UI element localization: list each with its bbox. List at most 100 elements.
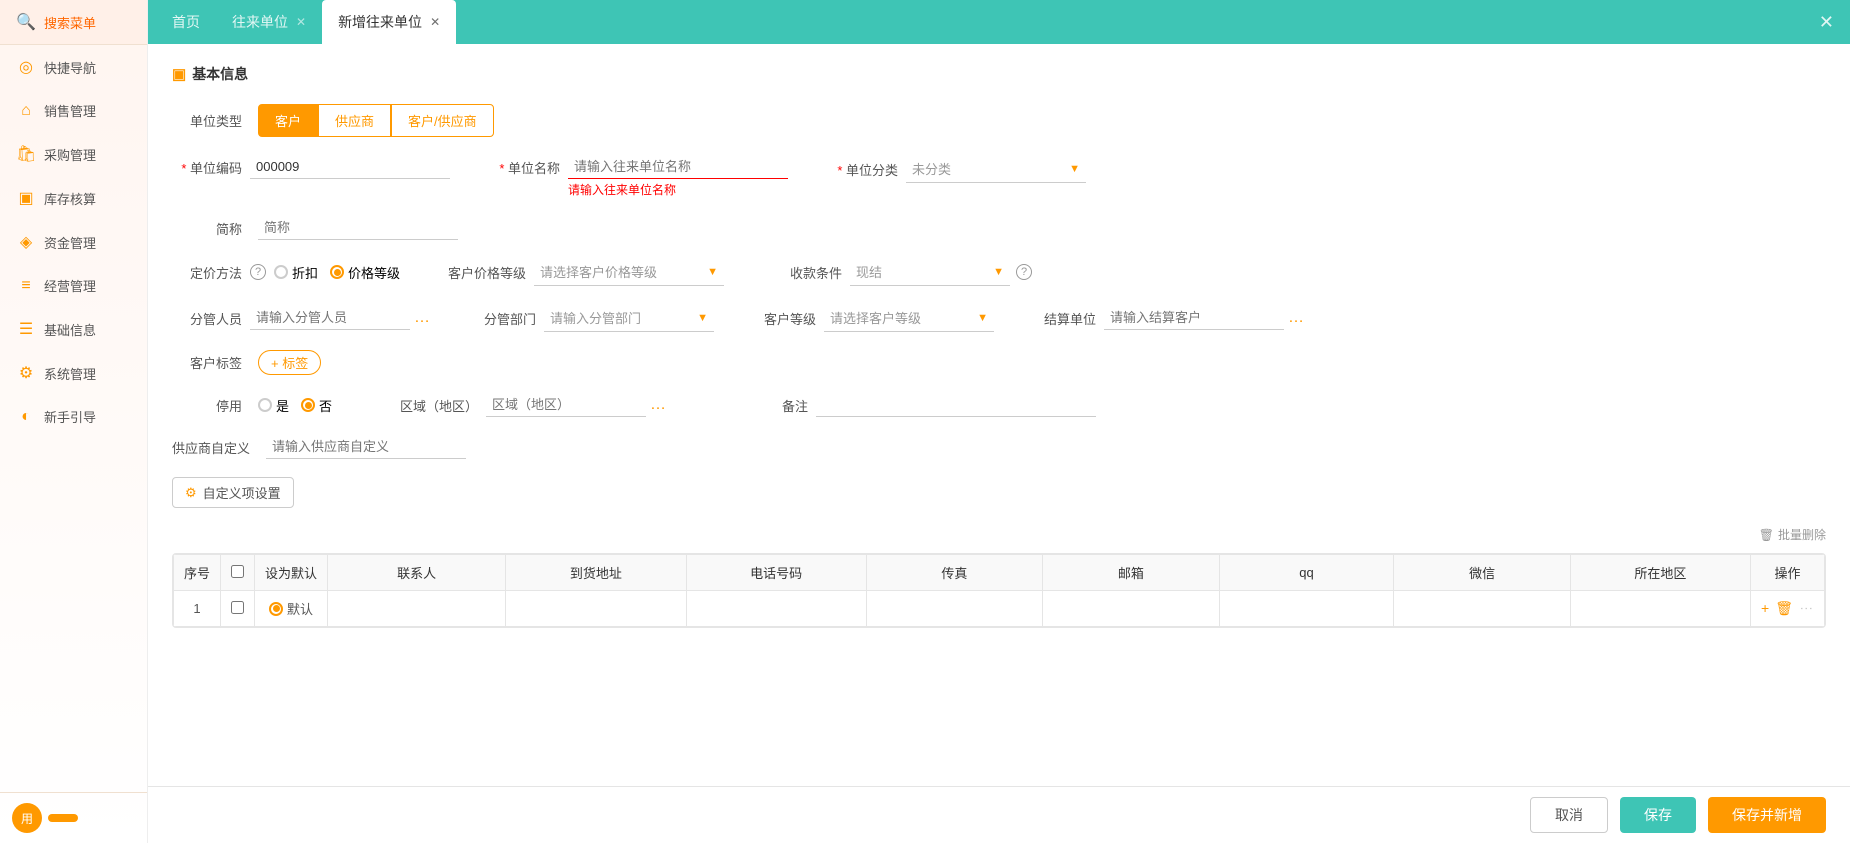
sidebar-item-new-guide[interactable]: ◐ 新手引导: [0, 395, 147, 438]
row-wechat[interactable]: [1394, 591, 1570, 627]
unit-type-row: 单位类型 客户 供应商 客户/供应商: [172, 104, 1826, 137]
row-email[interactable]: [1043, 591, 1219, 627]
tab-counterpart[interactable]: 往来单位 ✕: [216, 0, 322, 44]
add-tag-btn[interactable]: + 标签: [258, 350, 321, 375]
col-seq: 序号: [174, 555, 221, 591]
row-1-email-input[interactable]: [1053, 601, 1208, 616]
row-1-fax-input[interactable]: [877, 601, 1032, 616]
row-address[interactable]: [506, 591, 686, 627]
quick-nav-icon: ◎: [16, 57, 36, 77]
supervisor-more-btn[interactable]: …: [410, 307, 434, 329]
department-field: 分管部门 请输入分管部门 ▼: [466, 304, 714, 332]
row-checkbox[interactable]: [221, 591, 255, 627]
settlement-unit-more-btn[interactable]: …: [1284, 307, 1308, 329]
section-title-icon: ▣: [172, 65, 186, 83]
sidebar-item-operations[interactable]: ≡ 经营管理: [0, 264, 147, 307]
customer-level-select[interactable]: 请选择客户等级 ▼: [824, 304, 994, 332]
tab-counterpart-close[interactable]: ✕: [296, 15, 306, 29]
unit-code-label: 单位编码: [172, 158, 242, 177]
department-select[interactable]: 请输入分管部门 ▼: [544, 304, 714, 332]
payment-terms-select[interactable]: 现结 ▼: [850, 258, 1010, 286]
sidebar-item-quick-nav[interactable]: ◎ 快捷导航: [0, 45, 147, 89]
disabled-yes[interactable]: 是: [258, 396, 289, 415]
remark-input[interactable]: [816, 393, 1096, 417]
col-fax: 传真: [866, 555, 1042, 591]
row-1-phone-input[interactable]: [697, 601, 856, 616]
row-phone[interactable]: [686, 591, 866, 627]
pricing-level[interactable]: 价格等级: [330, 263, 400, 282]
payment-terms-help-icon[interactable]: ?: [1016, 264, 1032, 280]
customer-tag-row: 客户标签 + 标签: [172, 350, 1826, 375]
customer-price-level-field: 客户价格等级 请选择客户价格等级 ▼: [448, 258, 724, 286]
sidebar-item-sys-mgmt[interactable]: ⚙ 系统管理: [0, 351, 147, 395]
customer-price-level-select[interactable]: 请选择客户价格等级 ▼: [534, 258, 724, 286]
pricing-method-field: 定价方法 ? 折扣 价格等级: [172, 263, 400, 282]
row-1-contact-input[interactable]: [338, 601, 495, 616]
disabled-no[interactable]: 否: [301, 396, 332, 415]
cancel-button[interactable]: 取消: [1530, 797, 1608, 833]
tab-new-counterpart[interactable]: 新增往来单位 ✕: [322, 0, 456, 44]
tab-new-counterpart-close[interactable]: ✕: [430, 15, 440, 29]
sidebar-item-inventory[interactable]: ▣ 库存核算: [0, 176, 147, 220]
btn-supplier[interactable]: 供应商: [318, 104, 391, 137]
btn-both[interactable]: 客户/供应商: [391, 104, 494, 137]
short-name-input[interactable]: [258, 216, 458, 240]
select-all-checkbox[interactable]: [231, 565, 244, 578]
tabs-close-all[interactable]: ✕: [1811, 12, 1842, 33]
supervisor-input[interactable]: [250, 306, 410, 330]
row-1-delete-btn[interactable]: 🗑: [1775, 600, 1793, 617]
disabled-no-radio: [301, 398, 315, 412]
settings-gear-icon: ⚙: [185, 485, 197, 501]
save-add-button[interactable]: 保存并新增: [1708, 797, 1826, 833]
sales-icon: ⌂: [16, 102, 36, 120]
sidebar-item-search[interactable]: 🔍 搜索菜单: [0, 0, 147, 45]
settlement-unit-field: 结算单位 …: [1026, 306, 1308, 330]
batch-delete-label[interactable]: 批量删除: [1778, 526, 1826, 543]
row-1-drag-handle[interactable]: ⋮: [1799, 600, 1814, 617]
row-1-wechat-input[interactable]: [1404, 601, 1559, 616]
unit-name-input[interactable]: [568, 155, 788, 179]
unit-category-select[interactable]: 未分类 ▼: [906, 155, 1086, 183]
region-input[interactable]: [486, 393, 646, 417]
row-fax[interactable]: [866, 591, 1042, 627]
supplier-custom-input[interactable]: [266, 435, 466, 459]
settlement-unit-input[interactable]: [1104, 306, 1284, 330]
row-1-default-radio[interactable]: 默认: [265, 599, 317, 618]
tabs-bar: 首页 往来单位 ✕ 新增往来单位 ✕ ✕: [148, 0, 1850, 44]
row-contact[interactable]: [328, 591, 506, 627]
region-more-btn[interactable]: …: [646, 394, 670, 416]
save-button[interactable]: 保存: [1620, 797, 1696, 833]
unit-category-label: 单位分类: [828, 160, 898, 179]
sidebar-item-sales[interactable]: ⌂ 销售管理: [0, 89, 147, 132]
batch-delete-icon: 🗑: [1759, 528, 1774, 542]
col-wechat: 微信: [1394, 555, 1570, 591]
customer-tag-label: 客户标签: [172, 353, 242, 372]
col-email: 邮箱: [1043, 555, 1219, 591]
sidebar-item-purchase[interactable]: 🛍 采购管理: [0, 132, 147, 176]
row-1-address-input[interactable]: [516, 601, 675, 616]
row-1-qq-input[interactable]: [1230, 601, 1384, 616]
remark-field: 备注: [738, 393, 1096, 417]
custom-settings-btn[interactable]: ⚙ 自定义项设置: [172, 477, 294, 508]
payment-terms-field: 收款条件 现结 ▼ ?: [772, 258, 1032, 286]
table-header-row: 序号 设为默认 联系人 到货地址 电话号码 传真 邮箱 qq 微信 所在地区 操…: [174, 555, 1825, 591]
pricing-help-icon[interactable]: ?: [250, 264, 266, 280]
customer-level-field: 客户等级 请选择客户等级 ▼: [746, 304, 994, 332]
row-1-add-btn[interactable]: +: [1761, 600, 1769, 617]
row-region[interactable]: [1570, 591, 1750, 627]
row-1-checkbox[interactable]: [231, 601, 244, 614]
col-default: 设为默认: [255, 555, 328, 591]
tab-home[interactable]: 首页: [156, 0, 216, 44]
customer-price-level-chevron: ▼: [707, 266, 718, 278]
purchase-icon: 🛍: [16, 144, 36, 164]
row-1-region-input[interactable]: [1581, 601, 1740, 616]
contact-table-element: 序号 设为默认 联系人 到货地址 电话号码 传真 邮箱 qq 微信 所在地区 操…: [173, 554, 1825, 627]
btn-customer[interactable]: 客户: [258, 104, 318, 137]
sidebar-item-capital[interactable]: ◈ 资金管理: [0, 220, 147, 264]
row-ops: + 🗑 ⋮: [1750, 591, 1824, 627]
unit-code-input[interactable]: [250, 155, 450, 179]
sidebar-item-basic-info[interactable]: ☰ 基础信息: [0, 307, 147, 351]
pricing-discount[interactable]: 折扣: [274, 263, 318, 282]
short-name-row: 简称: [172, 216, 1826, 240]
row-qq[interactable]: [1219, 591, 1394, 627]
